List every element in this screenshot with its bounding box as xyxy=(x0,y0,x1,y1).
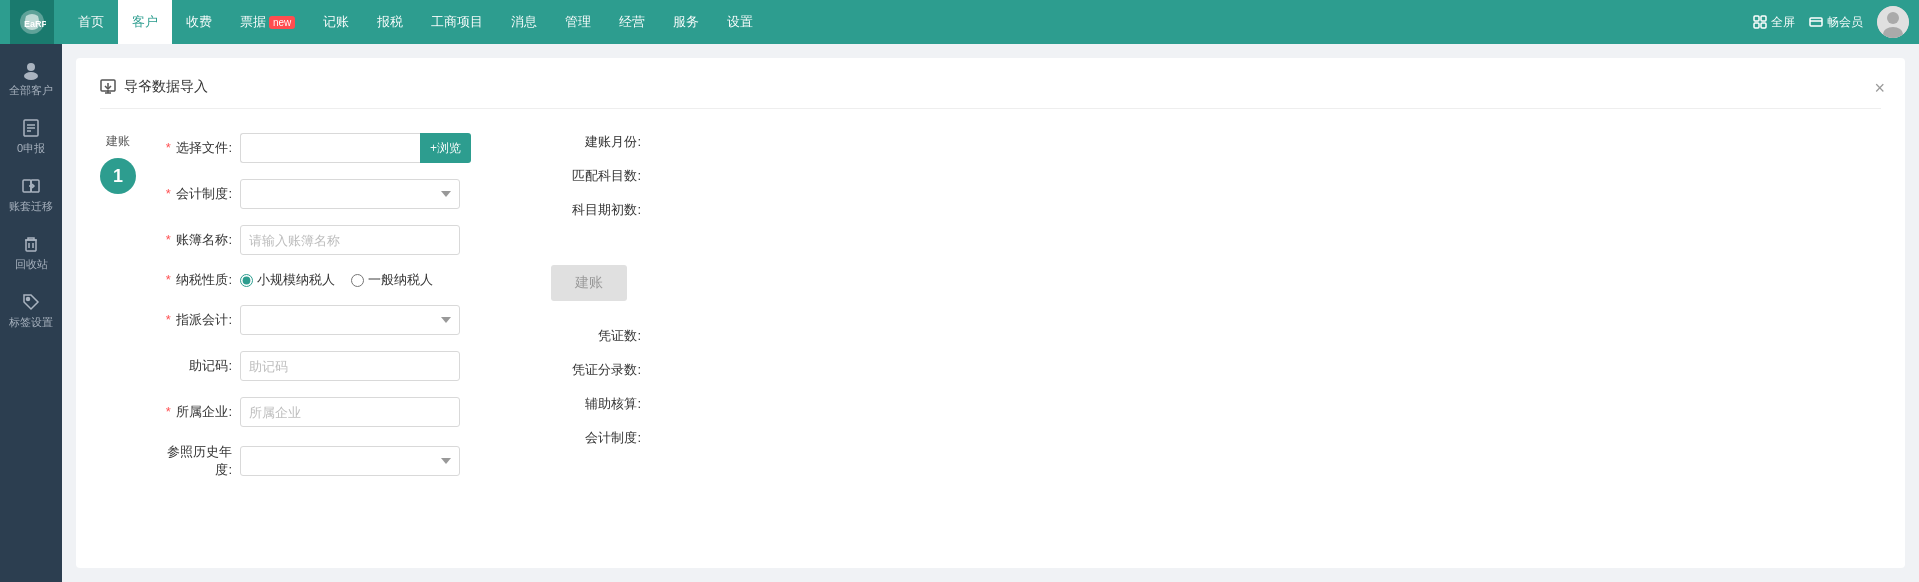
form-right: 建账月份: 匹配科目数: 科目期初数: 建账 凭证数: xyxy=(551,133,751,479)
svg-rect-4 xyxy=(1754,23,1759,28)
company-input[interactable] xyxy=(240,397,460,427)
ledger-name-row: * 账簿名称: xyxy=(152,225,471,255)
sidebar-item-migrate[interactable]: 账套迁移 xyxy=(0,168,62,222)
nav-customer[interactable]: 客户 xyxy=(118,0,172,44)
accountant-select[interactable] xyxy=(240,305,460,335)
build-month-row: 建账月份: xyxy=(551,133,751,151)
ref-year-row: 参照历史年度: xyxy=(152,443,471,479)
nav-accounting[interactable]: 记账 xyxy=(309,0,363,44)
build-account-button[interactable]: 建账 xyxy=(551,265,627,301)
nav-settings[interactable]: 设置 xyxy=(713,0,767,44)
build-account-label: 建账 xyxy=(106,133,130,150)
svg-rect-3 xyxy=(1761,16,1766,21)
nav-service[interactable]: 服务 xyxy=(659,0,713,44)
svg-rect-20 xyxy=(26,240,36,251)
accounting-system-row: * 会计制度: xyxy=(152,179,471,209)
sidebar-item-trash[interactable]: 回收站 xyxy=(0,226,62,280)
svg-rect-6 xyxy=(1810,18,1822,26)
file-input-group: +浏览 xyxy=(240,133,471,163)
vouchers-row: 凭证数: xyxy=(551,327,751,345)
nav-right: 全屏 畅会员 xyxy=(1753,6,1909,38)
left-sidebar: 全部客户 0申报 账套迁移 回收站 xyxy=(0,44,62,582)
nav-invoice[interactable]: 票据 new xyxy=(226,0,309,44)
logo: EaRP xyxy=(10,0,54,44)
nav-operation[interactable]: 经营 xyxy=(605,0,659,44)
tax-radio-group: 小规模纳税人 一般纳税人 xyxy=(240,271,433,289)
member-btn[interactable]: 畅会员 xyxy=(1809,14,1863,31)
file-input[interactable] xyxy=(240,133,420,163)
form-left: 建账 1 * 选择文件: +浏览 xyxy=(100,133,471,479)
nav-billing[interactable]: 收费 xyxy=(172,0,226,44)
initial-balance-row: 科目期初数: xyxy=(551,201,751,219)
new-badge: new xyxy=(269,16,295,29)
close-button[interactable]: × xyxy=(1874,78,1885,99)
svg-rect-5 xyxy=(1761,23,1766,28)
accounting-system-select[interactable] xyxy=(240,179,460,209)
sidebar-item-all-customers[interactable]: 全部客户 xyxy=(0,52,62,106)
sidebar-item-tag-settings[interactable]: 标签设置 xyxy=(0,284,62,338)
fullscreen-btn[interactable]: 全屏 xyxy=(1753,14,1795,31)
match-subjects-row: 匹配科目数: xyxy=(551,167,751,185)
accountant-row: * 指派会计: xyxy=(152,305,471,335)
tax-type-row: * 纳税性质: 小规模纳税人 一般纳税人 xyxy=(152,271,471,289)
ledger-name-input[interactable] xyxy=(240,225,460,255)
svg-point-11 xyxy=(27,63,35,71)
svg-point-12 xyxy=(24,72,38,80)
nav-message[interactable]: 消息 xyxy=(497,0,551,44)
form-fields: * 选择文件: +浏览 * 会计制度: xyxy=(152,133,471,479)
content-panel: 导爷数据导入 × 建账 1 * 选择文件: xyxy=(76,58,1905,568)
step-indicator: 1 xyxy=(100,158,136,194)
nav-home[interactable]: 首页 xyxy=(64,0,118,44)
file-row: * 选择文件: +浏览 xyxy=(152,133,471,163)
right-accounting-system-row: 会计制度: xyxy=(551,429,751,447)
top-nav: EaRP 首页 客户 收费 票据 new 记账 报税 工商项目 消息 管理 经营… xyxy=(0,0,1919,44)
memo-code-input[interactable] xyxy=(240,351,460,381)
sidebar-item-zero-declaration[interactable]: 0申报 xyxy=(0,110,62,164)
svg-rect-2 xyxy=(1754,16,1759,21)
svg-point-23 xyxy=(27,298,30,301)
nav-business[interactable]: 工商项目 xyxy=(417,0,497,44)
company-row: * 所属企业: xyxy=(152,397,471,427)
main-area: 导爷数据导入 × 建账 1 * 选择文件: xyxy=(62,44,1919,582)
avatar[interactable] xyxy=(1877,6,1909,38)
memo-code-row: 助记码: xyxy=(152,351,471,381)
nav-manage[interactable]: 管理 xyxy=(551,0,605,44)
svg-point-9 xyxy=(1887,12,1899,24)
aux-accounting-row: 辅助核算: xyxy=(551,395,751,413)
nav-tax[interactable]: 报税 xyxy=(363,0,417,44)
voucher-entries-row: 凭证分录数: xyxy=(551,361,751,379)
tax-general-radio[interactable]: 一般纳税人 xyxy=(351,271,433,289)
form-container: 建账 1 * 选择文件: +浏览 xyxy=(100,133,1881,479)
browse-button[interactable]: +浏览 xyxy=(420,133,471,163)
tax-small-radio[interactable]: 小规模纳税人 xyxy=(240,271,335,289)
import-icon xyxy=(100,79,116,95)
panel-title: 导爷数据导入 xyxy=(100,78,1881,109)
ref-year-select[interactable] xyxy=(240,446,460,476)
svg-text:EaRP: EaRP xyxy=(24,19,46,29)
